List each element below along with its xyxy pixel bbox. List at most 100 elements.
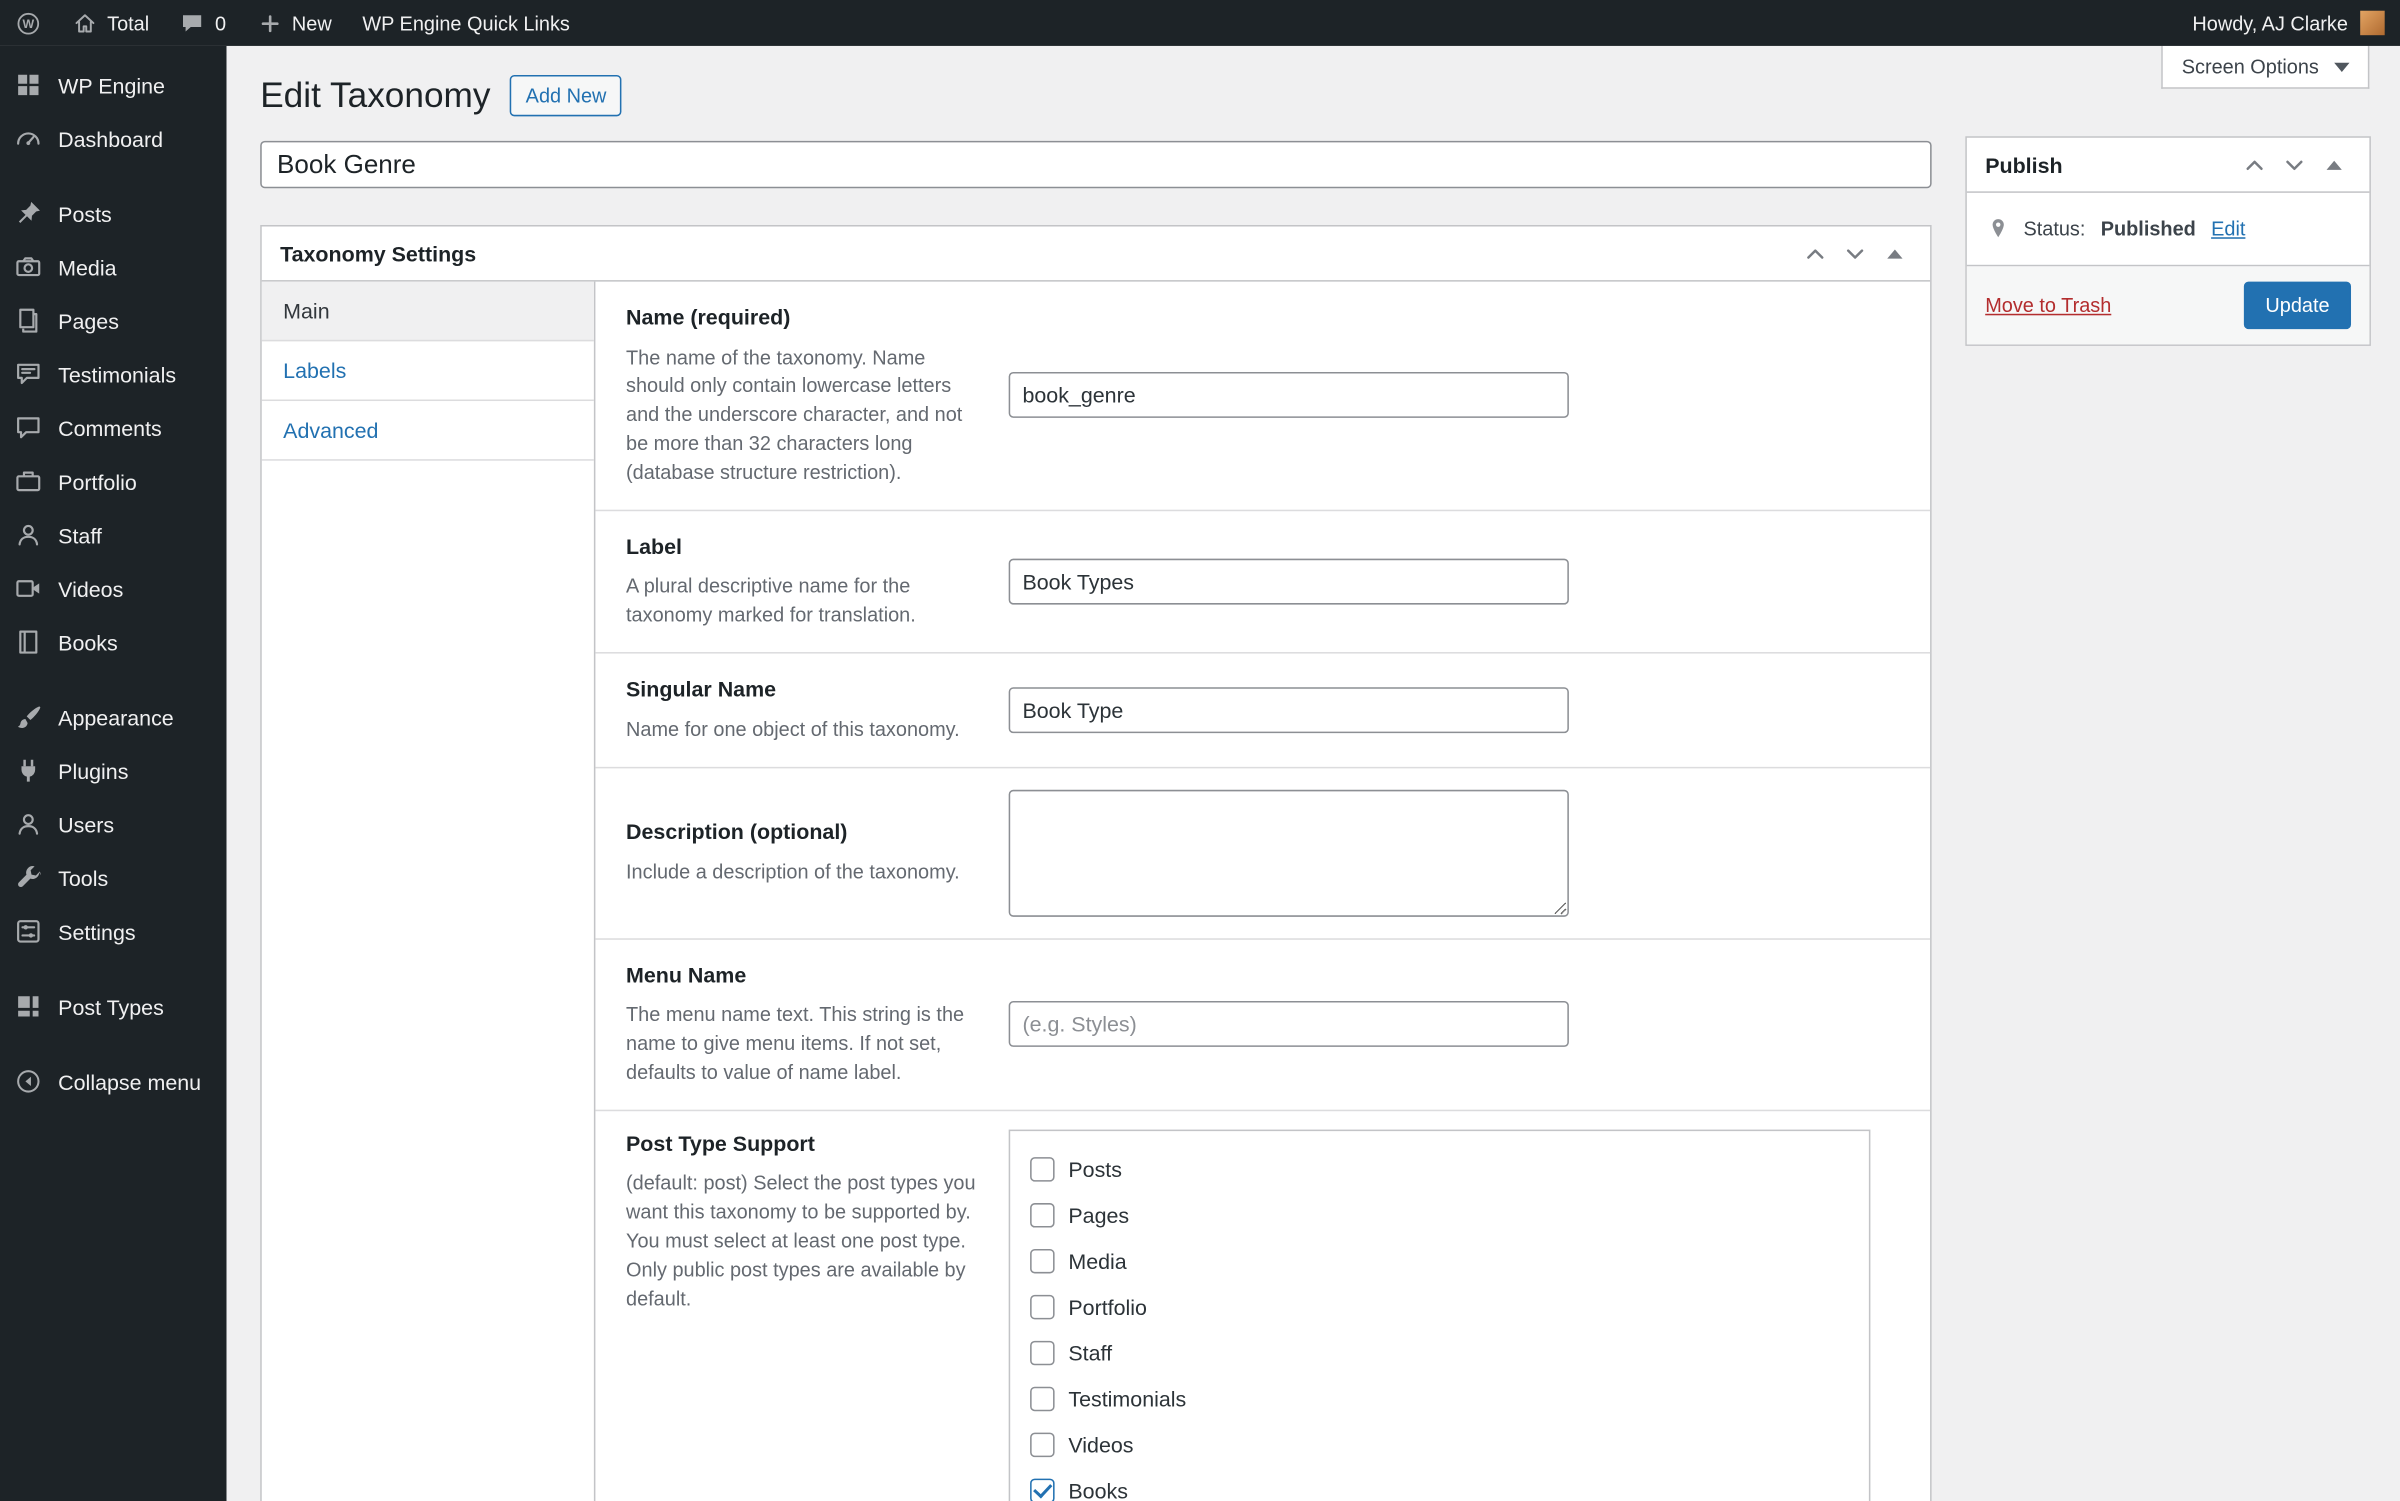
wp-engine-quick-links-menu[interactable]: WP Engine Quick Links [347,0,585,46]
name-input[interactable] [1008,372,1569,419]
sidebar-item-posts[interactable]: Posts [0,187,227,241]
checkbox-label: Pages [1068,1202,1130,1228]
checkbox[interactable] [1030,1478,1055,1501]
page-title: Edit Taxonomy [260,74,491,115]
person-icon [18,814,39,835]
post-type-option-testimonials[interactable]: Testimonials [1030,1375,1849,1421]
status-label: Status: [2023,217,2086,241]
toggle-panel-button[interactable] [1875,233,1915,273]
status-value: Published [2100,217,2196,241]
sidebar-item-plugins[interactable]: Plugins [0,744,227,798]
screen-options-tab[interactable]: Screen Options [2161,45,2370,89]
new-content-menu[interactable]: New [241,0,347,46]
post-type-option-media[interactable]: Media [1030,1238,1849,1284]
sidebar-item-wp-engine[interactable]: WP Engine [0,58,227,112]
move-to-trash-link[interactable]: Move to Trash [1985,294,2111,317]
chevron-up-icon [1807,248,1824,258]
taxonomy-title-input[interactable] [260,140,1932,189]
toggle-panel-button[interactable] [2314,145,2354,185]
metabox-header: Taxonomy Settings [261,227,1931,282]
collapse-icon [17,1070,40,1093]
caret-down-icon [2334,61,2350,72]
checkbox[interactable] [1030,1248,1055,1273]
field-description: Name for one object of this taxonomy. [626,717,960,741]
sidebar-item-tools[interactable]: Tools [0,851,227,905]
sidebar-item-collapse-menu[interactable]: Collapse menu [0,1055,227,1109]
post-type-option-videos[interactable]: Videos [1030,1421,1849,1467]
checkbox[interactable] [1030,1294,1055,1319]
field-description: The menu name text. This string is the n… [626,1002,965,1084]
tab-main[interactable]: Main [261,281,594,342]
media-icon [16,257,41,277]
menu-name-input[interactable] [1008,1001,1569,1048]
sidebar-item-comments[interactable]: Comments [0,401,227,455]
sidebar-item-appearance[interactable]: Appearance [0,690,227,744]
my-account-menu[interactable]: Howdy, AJ Clarke [2177,0,2400,46]
checkbox[interactable] [1030,1432,1055,1457]
field-description: (default: post) Select the post types yo… [626,1171,976,1310]
tab-advanced[interactable]: Advanced [261,401,594,461]
checkbox[interactable] [1030,1340,1055,1365]
add-new-button[interactable]: Add New [510,74,622,117]
new-label: New [291,11,332,35]
field-row-description: Description (optional) Include a descrip… [595,768,1931,940]
sidebar-item-media[interactable]: Media [0,240,227,294]
wordpress-menu[interactable]: W [0,0,57,46]
posts-icon [18,201,40,223]
checkbox-label: Media [1068,1248,1127,1273]
page-header: Edit Taxonomy Add New [260,72,2366,119]
singular-name-input[interactable] [1008,686,1569,733]
field-description: The name of the taxonomy. Name should on… [626,345,963,484]
toggle-triangle-icon [2326,159,2342,170]
post-type-option-books[interactable]: Books [1030,1467,1849,1501]
sidebar-item-settings[interactable]: Settings [0,905,227,959]
checkbox-label: Testimonials [1068,1386,1187,1411]
wordpress-admin: W Total 0 New WP Engine Quick Links Howd… [0,0,2400,1501]
svg-text:W: W [22,16,34,30]
checkbox[interactable] [1030,1202,1055,1228]
sidebar-item-users[interactable]: Users [0,797,227,851]
taxonomy-settings-metabox: Taxonomy Settings Main Labels Advanced N… [260,224,1932,1501]
admin-bar-right: Howdy, AJ Clarke [2177,0,2400,46]
sidebar-item-dashboard[interactable]: Dashboard [0,112,227,166]
field-label: Post Type Support [626,1130,815,1156]
post-types-icon [18,996,39,1017]
post-type-option-portfolio[interactable]: Portfolio [1030,1284,1849,1330]
post-type-option-pages[interactable]: Pages [1030,1192,1849,1238]
move-up-button[interactable] [1795,233,1835,273]
move-up-button[interactable] [2235,145,2275,185]
tab-labels[interactable]: Labels [261,341,594,402]
avatar [2360,10,2385,36]
field-row-menu-name: Menu Name The menu name text. This strin… [595,939,1931,1111]
edit-status-link[interactable]: Edit [2211,217,2245,240]
move-down-button[interactable] [2274,145,2314,185]
description-textarea[interactable] [1008,789,1569,917]
publish-metabox: Publish Status: Published Edit Move to T… [1965,136,2371,346]
field-row-singular-name: Singular Name Name for one object of thi… [595,654,1931,768]
sidebar-item-staff[interactable]: Staff [0,508,227,562]
sidebar-item-post-types[interactable]: Post Types [0,980,227,1034]
site-name-menu[interactable]: Total [57,0,165,46]
checkbox[interactable] [1030,1386,1055,1411]
chevron-up-icon [2246,159,2263,170]
sidebar-item-books[interactable]: Books [0,615,227,669]
wordpress-logo-icon: W [17,12,40,34]
checkbox-label: Portfolio [1068,1294,1147,1319]
comments-shortcut[interactable]: 0 [164,0,241,46]
sidebar-item-testimonials[interactable]: Testimonials [0,347,227,401]
field-label: Singular Name [626,676,777,702]
field-label: Label [626,533,683,559]
settings-tabs: Main Labels Advanced [261,281,596,1501]
publish-actions: Move to Trash Update [1966,266,2370,345]
sidebar-item-videos[interactable]: Videos [0,562,227,616]
label-input[interactable] [1008,558,1569,605]
update-button[interactable]: Update [2243,281,2352,330]
post-type-option-posts[interactable]: Posts [1030,1146,1849,1192]
toggle-triangle-icon [1887,248,1903,258]
sidebar-item-portfolio[interactable]: Portfolio [0,455,227,509]
checkbox[interactable] [1030,1156,1055,1182]
field-row-label: Label A plural descriptive name for the … [595,511,1931,654]
move-down-button[interactable] [1835,233,1875,273]
post-type-option-staff[interactable]: Staff [1030,1330,1849,1376]
sidebar-item-pages[interactable]: Pages [0,294,227,348]
